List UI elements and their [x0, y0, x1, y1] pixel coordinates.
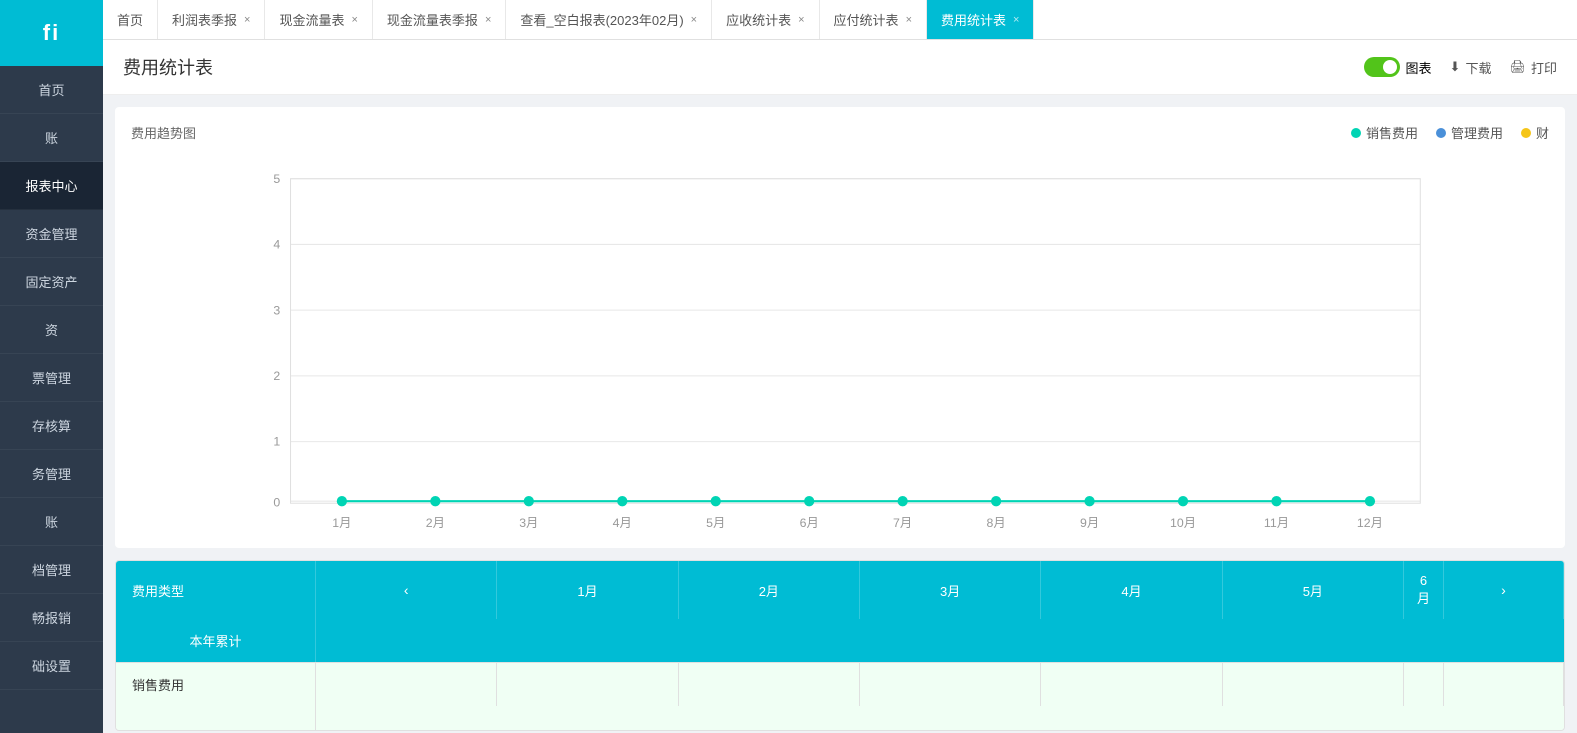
sidebar-item-ticket[interactable]: 票管理 [0, 354, 103, 402]
sidebar-item-archive[interactable]: 档管理 [0, 546, 103, 594]
svg-text:5月: 5月 [706, 516, 725, 530]
sidebar-item-service[interactable]: 务管理 [0, 450, 103, 498]
table-header-row: 费用类型 ‹ 1月 2月 3月 4月 5月 6月 › 本年累计 [116, 561, 1564, 662]
header-actions: 图表 ⬇ 下载 🖨 打印 [1364, 57, 1557, 77]
legend-dot-finance [1521, 128, 1531, 138]
svg-text:5: 5 [273, 172, 280, 186]
tab-blank[interactable]: 查看_空白报表(2023年02月) × [506, 0, 712, 40]
td-m6 [1404, 663, 1444, 706]
print-button[interactable]: 🖨 打印 [1509, 58, 1557, 77]
prev-arrow-icon[interactable]: ‹ [404, 582, 409, 598]
chart-toggle-label: 图表 [1406, 58, 1432, 77]
page-area: 费用统计表 图表 ⬇ 下载 🖨 打印 费用趋势图 [103, 40, 1577, 733]
tab-home[interactable]: 首页 [103, 0, 158, 40]
svg-text:4: 4 [273, 238, 280, 252]
legend-admin: 管理费用 [1436, 123, 1503, 142]
chart-toggle[interactable] [1364, 57, 1400, 77]
th-type: 费用类型 [116, 561, 316, 619]
tab-profit[interactable]: 利润表季报 × [158, 0, 265, 40]
td-m2 [679, 663, 860, 706]
td-m3 [860, 663, 1041, 706]
th-m2: 2月 [679, 561, 860, 619]
svg-text:11月: 11月 [1264, 516, 1289, 530]
tab-bar: 首页 利润表季报 × 现金流量表 × 现金流量表季报 × 查看_空白报表(202… [103, 0, 1577, 40]
tab-close-profit[interactable]: × [244, 14, 250, 26]
chart-header: 费用趋势图 销售费用 管理费用 财 [131, 123, 1549, 142]
table-row: 销售费用 [116, 662, 1564, 730]
tab-close-receivable[interactable]: × [798, 14, 804, 26]
svg-text:1月: 1月 [332, 516, 351, 530]
svg-text:9月: 9月 [1080, 516, 1099, 530]
sidebar-item-home[interactable]: 首页 [0, 66, 103, 114]
tab-close-blank[interactable]: × [691, 14, 697, 26]
svg-text:2: 2 [273, 369, 280, 383]
legend-sales: 销售费用 [1351, 123, 1418, 142]
sidebar: fi 首页 账 报表中心 资金管理 固定资产 资 票管理 存核算 务管理 账 档… [0, 0, 103, 733]
td-m1 [497, 663, 678, 706]
svg-text:7月: 7月 [893, 516, 912, 530]
legend-dot-sales [1351, 128, 1361, 138]
sidebar-item-resource[interactable]: 资 [0, 306, 103, 354]
chart-container: 费用趋势图 销售费用 管理费用 财 [115, 107, 1565, 548]
tab-payable[interactable]: 应付统计表 × [820, 0, 927, 40]
main-area: 首页 利润表季报 × 现金流量表 × 现金流量表季报 × 查看_空白报表(202… [103, 0, 1577, 733]
sidebar-item-fund[interactable]: 资金管理 [0, 210, 103, 258]
chart-title: 费用趋势图 [131, 123, 196, 142]
svg-text:10月: 10月 [1170, 516, 1196, 530]
download-icon: ⬇ [1450, 59, 1461, 75]
th-m1: 1月 [497, 561, 678, 619]
tab-cashflow[interactable]: 现金流量表 × [265, 0, 372, 40]
td-m4 [1041, 663, 1222, 706]
svg-text:0: 0 [273, 495, 280, 509]
th-nav-next[interactable]: › [1444, 561, 1564, 619]
tab-close-payable[interactable]: × [906, 14, 912, 26]
download-button[interactable]: ⬇ 下载 [1450, 58, 1492, 77]
svg-text:8月: 8月 [987, 516, 1006, 530]
tab-close-cost[interactable]: × [1013, 14, 1019, 26]
legend-finance: 财 [1521, 123, 1549, 142]
tab-receivable[interactable]: 应收统计表 × [712, 0, 819, 40]
tab-cashflow-q[interactable]: 现金流量表季报 × [373, 0, 506, 40]
td-extra [1444, 663, 1564, 706]
th-total: 本年累计 [116, 619, 316, 662]
td-type: 销售费用 [116, 663, 316, 706]
svg-text:6月: 6月 [800, 516, 819, 530]
legend-dot-admin [1436, 128, 1446, 138]
sidebar-item-settings[interactable]: 础设置 [0, 642, 103, 690]
print-icon: 🖨 [1509, 59, 1526, 75]
td-m5 [1223, 663, 1404, 706]
tab-cost[interactable]: 费用统计表 × [927, 0, 1034, 40]
svg-text:3: 3 [273, 303, 280, 317]
sidebar-item-ledger[interactable]: 账 [0, 498, 103, 546]
sidebar-item-expense[interactable]: 畅报销 [0, 594, 103, 642]
sidebar-item-account[interactable]: 账 [0, 114, 103, 162]
th-m5: 5月 [1223, 561, 1404, 619]
page-title: 费用统计表 [123, 54, 213, 80]
tab-close-cashflow[interactable]: × [351, 14, 357, 26]
svg-text:12月: 12月 [1357, 516, 1383, 530]
svg-text:4月: 4月 [613, 516, 632, 530]
sidebar-item-report[interactable]: 报表中心 [0, 162, 103, 210]
sidebar-item-asset[interactable]: 固定资产 [0, 258, 103, 306]
svg-text:1: 1 [273, 435, 280, 449]
trend-chart: 5 4 3 2 1 0 1月 2月 [131, 152, 1549, 532]
tab-close-cashflow-q[interactable]: × [485, 14, 491, 26]
chart-legend: 销售费用 管理费用 财 [1351, 123, 1549, 142]
svg-text:3月: 3月 [519, 516, 538, 530]
chart-svg-wrap: 5 4 3 2 1 0 1月 2月 [131, 152, 1549, 532]
sidebar-logo: fi [0, 0, 103, 66]
next-arrow-icon[interactable]: › [1501, 582, 1506, 598]
td-spacer [316, 663, 497, 706]
chart-toggle-wrap: 图表 [1364, 57, 1432, 77]
th-m3: 3月 [860, 561, 1041, 619]
th-m6: 6月 [1404, 561, 1444, 619]
th-nav-prev[interactable]: ‹ [316, 561, 497, 619]
svg-text:2月: 2月 [426, 516, 445, 530]
sidebar-item-stock[interactable]: 存核算 [0, 402, 103, 450]
td-total [116, 706, 316, 730]
th-m4: 4月 [1041, 561, 1222, 619]
page-header: 费用统计表 图表 ⬇ 下载 🖨 打印 [103, 40, 1577, 95]
expense-table: 费用类型 ‹ 1月 2月 3月 4月 5月 6月 › 本年累计 销售费用 [115, 560, 1565, 731]
